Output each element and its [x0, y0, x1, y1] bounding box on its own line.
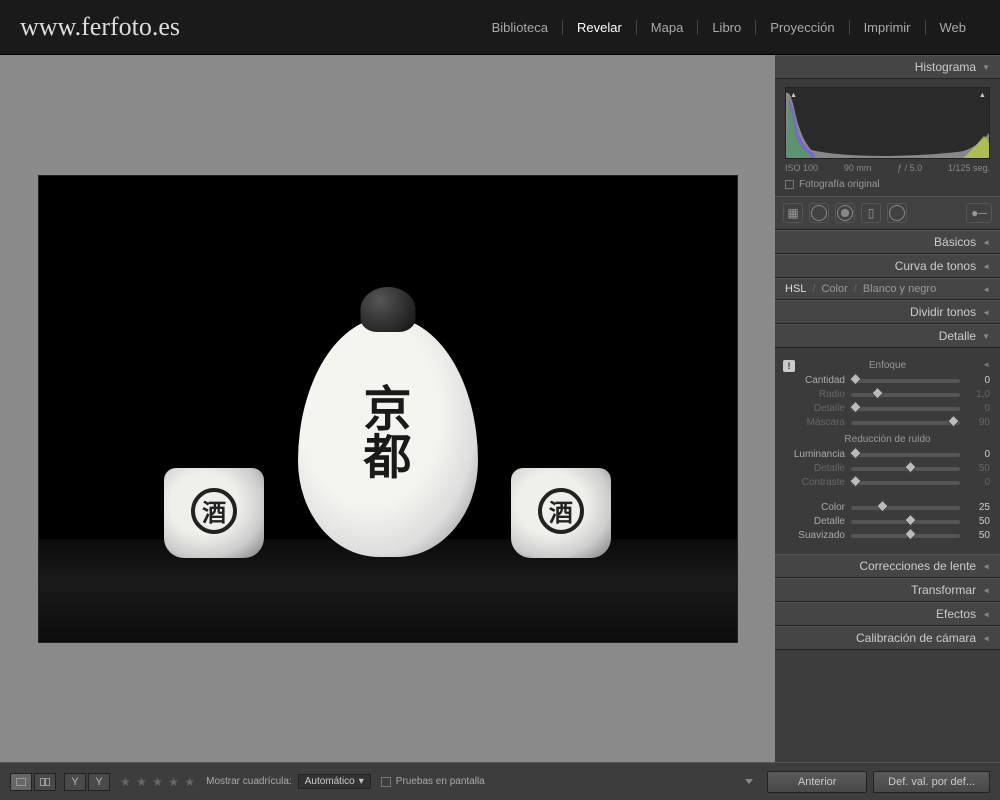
slider-suavizado[interactable]: Suavizado50	[785, 530, 990, 541]
view-after-icon[interactable]: Y	[88, 773, 110, 791]
gradient-tool-icon[interactable]: ▯	[861, 203, 881, 223]
grid-label: Mostrar cuadrícula:	[206, 776, 292, 787]
bottom-toolbar: Y Y ★ ★ ★ ★ ★ Mostrar cuadrícula: Automá…	[0, 762, 1000, 800]
toolbar-expand-icon[interactable]	[745, 779, 753, 784]
sake-cup-left: 酒	[164, 468, 264, 558]
panel-curva[interactable]: Curva de tonos◄	[775, 254, 1000, 278]
brush-tool-icon[interactable]: ●─	[966, 203, 992, 223]
module-nav: Biblioteca Revelar Mapa Libro Proyección…	[478, 20, 980, 35]
kanji-text: 京 都	[363, 386, 411, 482]
soft-proof-checkbox[interactable]: Pruebas en pantalla	[381, 776, 485, 787]
exposure-info: ISO 100 90 mm ƒ / 5.0 1/125 seg.	[785, 163, 990, 173]
panel-calibracion[interactable]: Calibración de cámara◄	[775, 626, 1000, 650]
radial-tool-icon[interactable]	[887, 203, 907, 223]
slider-luminancia[interactable]: Luminancia0	[785, 449, 990, 460]
original-photo-checkbox[interactable]: Fotografía original	[785, 179, 990, 190]
panel-detalle[interactable]: Detalle▼	[775, 324, 1000, 348]
redeye-tool-icon[interactable]	[835, 203, 855, 223]
right-panel: Histograma▼ ▲ ▲ ISO 100 90 mm ƒ / 5.0 1/…	[775, 55, 1000, 762]
rating-stars[interactable]: ★ ★ ★ ★ ★	[120, 775, 196, 789]
reset-defaults-button[interactable]: Def. val. por def...	[873, 771, 990, 793]
slider-detalle-enfoque[interactable]: Detalle0	[785, 403, 990, 414]
nav-imprimir[interactable]: Imprimir	[850, 20, 926, 35]
panel-efectos[interactable]: Efectos◄	[775, 602, 1000, 626]
slider-contraste[interactable]: Contraste0	[785, 477, 990, 488]
sake-bottle: 京 都	[298, 317, 478, 557]
detail-panel-body: Enfoque Cantidad0 Radio1,0 Detalle0 Másc…	[775, 348, 1000, 554]
nav-biblioteca[interactable]: Biblioteca	[478, 20, 563, 35]
brand-text: www.ferfoto.es	[20, 12, 180, 42]
nav-web[interactable]: Web	[926, 20, 981, 35]
nav-libro[interactable]: Libro	[698, 20, 756, 35]
panel-histogram-header[interactable]: Histograma▼	[775, 55, 1000, 79]
slider-radio[interactable]: Radio1,0	[785, 389, 990, 400]
top-bar: www.ferfoto.es Biblioteca Revelar Mapa L…	[0, 0, 1000, 55]
grid-mode-select[interactable]: Automático▾	[298, 774, 371, 789]
slider-cantidad[interactable]: Cantidad0	[785, 375, 990, 386]
panel-transformar[interactable]: Transformar◄	[775, 578, 1000, 602]
nav-revelar[interactable]: Revelar	[563, 20, 637, 35]
histogram-box: ▲ ▲ ISO 100 90 mm ƒ / 5.0 1/125 seg. Fot…	[775, 79, 1000, 196]
panel-basicos[interactable]: Básicos◄	[775, 230, 1000, 254]
crop-tool-icon[interactable]: ▦	[783, 203, 803, 223]
panel-lente[interactable]: Correcciones de lente◄	[775, 554, 1000, 578]
slider-color[interactable]: Color25	[785, 502, 990, 513]
slider-detalle-color[interactable]: Detalle50	[785, 516, 990, 527]
histogram-chart[interactable]: ▲ ▲	[785, 87, 990, 159]
section-ruido: Reducción de ruido	[785, 434, 990, 445]
previous-button[interactable]: Anterior	[767, 771, 867, 793]
view-mode-buttons: Y Y	[10, 773, 110, 791]
local-adjust-toolstrip: ▦ ▯ ●─	[775, 196, 1000, 230]
grid-overlay-control: Mostrar cuadrícula: Automático▾	[206, 774, 371, 789]
photo-preview: 酒 酒 京 都	[38, 175, 738, 643]
canvas-area[interactable]: 酒 酒 京 都	[0, 55, 775, 762]
panel-dividir[interactable]: Dividir tonos◄	[775, 300, 1000, 324]
sake-cup-right: 酒	[511, 468, 611, 558]
slider-mascara[interactable]: Máscara90	[785, 417, 990, 428]
svg-text:▲: ▲	[790, 92, 797, 99]
nav-mapa[interactable]: Mapa	[637, 20, 699, 35]
section-enfoque: Enfoque	[785, 360, 990, 371]
nav-proyeccion[interactable]: Proyección	[756, 20, 849, 35]
slider-detalle-lum[interactable]: Detalle50	[785, 463, 990, 474]
view-before-icon[interactable]: Y	[64, 773, 86, 791]
spot-tool-icon[interactable]	[809, 203, 829, 223]
view-compare-icon[interactable]	[34, 773, 56, 791]
panel-hsl[interactable]: HSL/Color/Blanco y negro ◄	[775, 278, 1000, 300]
svg-text:▲: ▲	[979, 92, 986, 99]
view-loupe-icon[interactable]	[10, 773, 32, 791]
